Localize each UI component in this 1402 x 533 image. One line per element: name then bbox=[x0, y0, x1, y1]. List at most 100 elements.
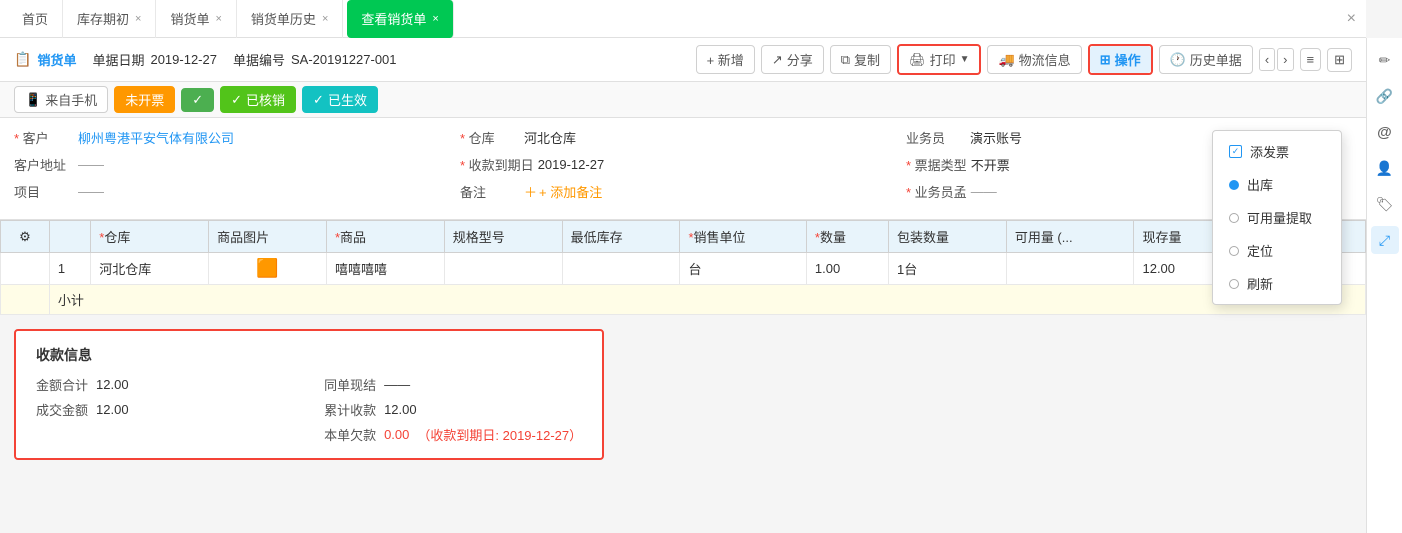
print-button[interactable]: 🖨 打印 ▼ bbox=[897, 44, 981, 75]
form-row-2: 客户地址 —— 收款到期日 2019-12-27 票据类型 不开票 bbox=[14, 155, 1352, 174]
history-button[interactable]: 🕐 历史单据 bbox=[1159, 45, 1253, 74]
tab-sales-history[interactable]: 销货单历史 × bbox=[237, 0, 343, 38]
row-warehouse: 河北仓库 bbox=[91, 253, 209, 285]
close-view-sales[interactable]: × bbox=[432, 13, 438, 25]
locate-dot bbox=[1229, 246, 1239, 256]
copy-icon: ⧉ bbox=[841, 52, 850, 68]
customer-field: 客户 柳州粤港平安气体有限公司 bbox=[14, 128, 460, 147]
link-icon[interactable]: 🔗 bbox=[1371, 82, 1399, 110]
doc-icon: 📋 bbox=[14, 51, 31, 68]
doc-date-field: 单据日期 2019-12-27 bbox=[92, 50, 217, 69]
col-gear: ⚙ bbox=[1, 221, 50, 253]
phone-icon: 📱 bbox=[25, 92, 41, 108]
form-row-1: 客户 柳州粤港平安气体有限公司 仓库 河北仓库 业务员 演示账号 bbox=[14, 128, 1352, 147]
row-product-img: 🟧 bbox=[209, 253, 327, 285]
person-icon[interactable]: 👤 bbox=[1371, 154, 1399, 182]
available-qty-dot bbox=[1229, 213, 1239, 223]
from-phone-button[interactable]: 📱 来自手机 bbox=[14, 86, 108, 113]
not-open-ticket-button[interactable]: 未开票 bbox=[114, 86, 175, 113]
view-toggle-list[interactable]: ≡ bbox=[1300, 48, 1322, 71]
row-available bbox=[1006, 253, 1134, 285]
row-spec bbox=[444, 253, 562, 285]
new-button[interactable]: + 新增 bbox=[696, 45, 755, 74]
col-warehouse: *仓库 bbox=[91, 221, 209, 253]
refresh-dot bbox=[1229, 279, 1239, 289]
tag-icon[interactable]: 🏷 bbox=[1371, 190, 1399, 218]
form-area: 客户 柳州粤港平安气体有限公司 仓库 河北仓库 业务员 演示账号 客户地址 ——… bbox=[0, 118, 1366, 220]
same-order-row: 同单现结 —— bbox=[324, 375, 582, 394]
logistics-icon: 🚚 bbox=[998, 52, 1014, 68]
payment-info-box: 收款信息 金额合计 12.00 同单现结 —— 成交金额 12.00 累计收款 … bbox=[14, 329, 604, 460]
payment-section: 收款信息 金额合计 12.00 同单现结 —— 成交金额 12.00 累计收款 … bbox=[0, 315, 1366, 474]
operations-button[interactable]: ⊞ 操作 bbox=[1090, 46, 1151, 73]
tab-bar: 首页 库存期初 × 销货单 × 销货单历史 × 查看销货单 × × bbox=[0, 0, 1366, 38]
row-sales-unit: 台 bbox=[680, 253, 806, 285]
dropdown-available-qty[interactable]: 可用量提取 bbox=[1213, 201, 1341, 234]
col-min-stock: 最低库存 bbox=[562, 221, 680, 253]
nav-arrows: ‹ › bbox=[1259, 48, 1294, 71]
doc-title: 📋 销货单 bbox=[14, 50, 76, 69]
row-min-stock bbox=[562, 253, 680, 285]
payment-grid: 金额合计 12.00 同单现结 —— 成交金额 12.00 累计收款 12.00 bbox=[36, 375, 582, 444]
toolbar-row: 📱 来自手机 未开票 ✓ ✓ 已核销 ✓ 已生效 bbox=[0, 82, 1366, 118]
tab-inventory-init[interactable]: 库存期初 × bbox=[63, 0, 156, 38]
col-sales-unit: *销售单位 bbox=[680, 221, 806, 253]
dropdown-outbound[interactable]: 出库 bbox=[1213, 168, 1341, 201]
doc-header: 📋 销货单 单据日期 2019-12-27 单据编号 SA-20191227-0… bbox=[0, 38, 1366, 82]
table-header-row: ⚙ *仓库 商品图片 *商品 规格型号 最低库存 *销售单位 *数量 包装数量 … bbox=[1, 221, 1366, 253]
copy-button[interactable]: ⧉ 复制 bbox=[830, 45, 891, 74]
add-note-button[interactable]: ＋ + 添加备注 bbox=[524, 182, 602, 201]
dropdown-add-invoice[interactable]: 添发票 bbox=[1213, 135, 1341, 168]
tab-home[interactable]: 首页 bbox=[8, 0, 63, 38]
payment-date-field: 收款到期日 2019-12-27 bbox=[460, 155, 906, 174]
close-inventory-init[interactable]: × bbox=[135, 13, 141, 25]
share-icon: ↗ bbox=[772, 52, 783, 68]
close-sales-order[interactable]: × bbox=[215, 13, 221, 25]
at-icon[interactable]: @ bbox=[1371, 118, 1399, 146]
header-actions: + 新增 ↗ 分享 ⧉ 复制 🖨 打印 ▼ 🚚 物流信息 ⊞ bbox=[696, 44, 1352, 75]
col-available: 可用量 (... bbox=[1006, 221, 1134, 253]
already-cancelled-button[interactable]: ✓ 已核销 bbox=[220, 86, 296, 113]
operations-dropdown: 添发票 出库 可用量提取 定位 刷新 bbox=[1212, 130, 1342, 305]
edit-icon[interactable]: ✏ bbox=[1371, 46, 1399, 74]
doc-no-field: 单据编号 SA-20191227-001 bbox=[233, 50, 397, 69]
col-product-img: 商品图片 bbox=[209, 221, 327, 253]
total-row: 金额合计 12.00 bbox=[36, 375, 294, 394]
nav-next[interactable]: › bbox=[1277, 48, 1293, 71]
payment-title: 收款信息 bbox=[36, 345, 582, 365]
share-button[interactable]: ↗ 分享 bbox=[761, 45, 824, 74]
tab-view-sales[interactable]: 查看销货单 × bbox=[347, 0, 453, 38]
dropdown-refresh[interactable]: 刷新 bbox=[1213, 267, 1341, 300]
note-field: 备注 ＋ + 添加备注 bbox=[460, 182, 906, 201]
table-wrapper: ⚙ *仓库 商品图片 *商品 规格型号 最低库存 *销售单位 *数量 包装数量 … bbox=[0, 220, 1366, 315]
due-row: 本单欠款 0.00 （收款到期日: 2019-12-27） bbox=[324, 425, 582, 444]
outbound-dot bbox=[1229, 180, 1239, 190]
dropdown-locate[interactable]: 定位 bbox=[1213, 234, 1341, 267]
close-window-button[interactable]: × bbox=[1347, 10, 1356, 28]
operations-highlight-box: ⊞ 操作 bbox=[1088, 44, 1153, 75]
fullscreen-icon[interactable]: ⤢ bbox=[1371, 226, 1399, 254]
close-sales-history[interactable]: × bbox=[322, 13, 328, 25]
col-package-qty: 包装数量 bbox=[888, 221, 1006, 253]
cumulative-row: 累计收款 12.00 bbox=[324, 400, 582, 419]
nav-prev[interactable]: ‹ bbox=[1259, 48, 1275, 71]
already-effective-button[interactable]: ✓ 已生效 bbox=[302, 86, 378, 113]
check-icon-cancelled: ✓ bbox=[231, 92, 242, 108]
confirm-button[interactable]: ✓ bbox=[181, 88, 214, 112]
subtotal-row: 小计 bbox=[1, 285, 1366, 315]
project-field: 项目 —— bbox=[14, 182, 460, 201]
warehouse-field: 仓库 河北仓库 bbox=[460, 128, 906, 147]
print-icon: 🖨 bbox=[909, 52, 926, 68]
col-product: *商品 bbox=[326, 221, 444, 253]
check-icon-effective: ✓ bbox=[313, 92, 324, 108]
form-row-3: 项目 —— 备注 ＋ + 添加备注 业务员孟 —— bbox=[14, 182, 1352, 201]
col-quantity: *数量 bbox=[806, 221, 888, 253]
col-seq bbox=[49, 221, 90, 253]
row-package-qty: 1台 bbox=[888, 253, 1006, 285]
logistics-button[interactable]: 🚚 物流信息 bbox=[987, 45, 1081, 74]
view-toggle-grid[interactable]: ⊞ bbox=[1327, 48, 1352, 72]
row-quantity: 1.00 bbox=[806, 253, 888, 285]
row-product: 嘻嘻嘻嘻 bbox=[326, 253, 444, 285]
table-row: 1 河北仓库 🟧 嘻嘻嘻嘻 台 1.00 1台 12.00 12.00 0. bbox=[1, 253, 1366, 285]
tab-sales-order[interactable]: 销货单 × bbox=[156, 0, 236, 38]
